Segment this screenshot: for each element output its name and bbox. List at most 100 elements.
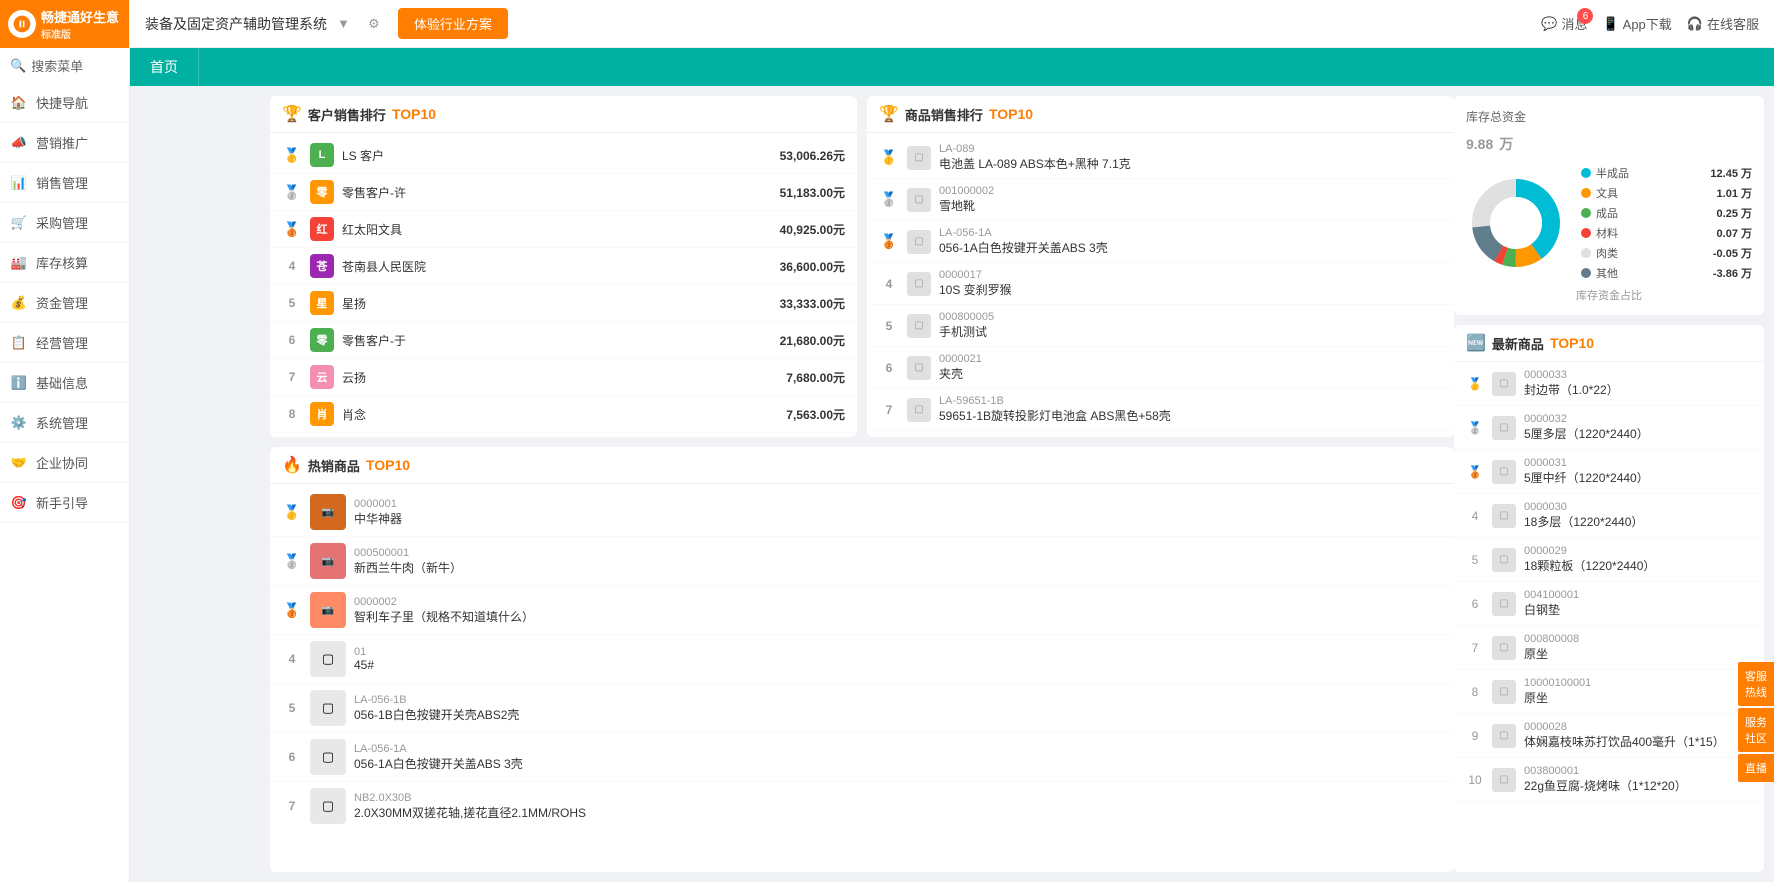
avatar-8: 肖 [310, 402, 334, 426]
trial-button[interactable]: 体验行业方案 [398, 8, 508, 39]
customer-rank-item-1: 🥇 L LS 客户 53,006.26元 [270, 137, 857, 174]
customer-name-3: 红太阳文具 [342, 221, 772, 238]
inventory-value: 9.88 [1466, 136, 1493, 152]
online-service-label: 在线客服 [1707, 14, 1759, 33]
nav-label: 快捷导航 [36, 93, 88, 112]
medal-3: 🥉 [282, 219, 302, 239]
customer-name-2: 零售客户-许 [342, 184, 772, 201]
sidebar-item-purchase[interactable]: 🛒 采购管理 [0, 203, 129, 243]
hot-code-3: 0000002 [354, 596, 1442, 608]
basic-icon: ℹ️ [10, 374, 28, 392]
left-panel [140, 96, 270, 872]
customer-value-3: 40,925.00元 [780, 221, 845, 238]
rank-num-7: 7 [282, 367, 302, 387]
newest-thumb-4: ▢ [1492, 504, 1516, 528]
customer-value-8: 7,563.00元 [786, 406, 845, 423]
legend-dot-5 [1581, 268, 1591, 278]
hot-name-3: 智利车子里（规格不知道填什么） [354, 608, 1442, 625]
sidebar-item-coop[interactable]: 🤝 企业协同 [0, 443, 129, 483]
newest-code-1: 0000033 [1524, 369, 1752, 381]
newest-info-3: 0000031 5厘中纤（1220*2440） [1524, 457, 1752, 486]
content-area: 🏆 客户销售排行 TOP10 🥇 L LS 客户 53,006.26元 [130, 86, 1774, 882]
legend-value-3: 0.07 万 [1717, 225, 1752, 241]
hot-code-2: 000500001 [354, 547, 1442, 559]
customer-top10-label: TOP10 [392, 106, 436, 122]
legend-label-1: 文具 [1596, 185, 1712, 201]
nav-label: 营销推广 [36, 133, 88, 152]
float-live[interactable]: 直播 [1738, 754, 1774, 782]
main-area: 装备及固定资产辅助管理系统 ▼ ⚙ 体验行业方案 💬 消息 6 📱 App下载 … [130, 0, 1774, 882]
inventory-card: 库存总资金 9.88 万 [1454, 96, 1764, 315]
legend-item-2: 成品 0.25 万 [1581, 205, 1752, 221]
nav-label: 经营管理 [36, 333, 88, 352]
hot-thumb-4: ▢ [310, 641, 346, 677]
float-cs-hotline[interactable]: 客服 热线 [1738, 662, 1774, 706]
sidebar-item-quick-nav[interactable]: 🏠 快捷导航 [0, 83, 129, 123]
avatar-5: 星 [310, 291, 334, 315]
newest-info-8: 10000100001 原坐 [1524, 677, 1752, 706]
settings-button[interactable]: ⚙ [360, 10, 388, 38]
customer-rank-item-5: 5 星 星扬 33,333.00元 [270, 285, 857, 322]
newest-thumb-2: ▢ [1492, 416, 1516, 440]
sidebar-item-sales[interactable]: 📊 销售管理 [0, 163, 129, 203]
hot-products-list: 🥇 📷 0000001 中华神器 🥈 📷 000500001 新西兰牛肉（新牛） [270, 484, 1454, 824]
system-dropdown-icon[interactable]: ▼ [337, 16, 350, 31]
hot-product-1: 🥇 📷 0000001 中华神器 [270, 488, 1454, 537]
sidebar-item-guide[interactable]: 🎯 新手引导 [0, 483, 129, 523]
avatar-2: 零 [310, 180, 334, 204]
product-rank-3: 🥉 ▢ LA-056-1A 056-1A白色按键开关盖ABS 3壳 [867, 221, 1454, 263]
newest-name-1: 封边带（1.0*22） [1524, 381, 1752, 398]
warehouse-icon: 🏭 [10, 254, 28, 272]
hot-info-7: NB2.0X30B 2.0X30MM双搓花轴,搓花直径2.1MM/ROHS [354, 792, 1442, 821]
phone-icon: 📱 [1602, 16, 1618, 32]
nav-label: 企业协同 [36, 453, 88, 472]
newest-name-6: 白钢垫 [1524, 601, 1752, 618]
product-sales-top10: TOP10 [989, 106, 1033, 122]
sidebar-item-system[interactable]: ⚙️ 系统管理 [0, 403, 129, 443]
float-service-community[interactable]: 服务 社区 [1738, 708, 1774, 752]
newest-products-card: 🆕 最新商品 TOP10 🥇 ▢ 0000033 封边带（1.0*22） [1454, 325, 1764, 872]
product-code-7: LA-59651-1B [939, 395, 1442, 407]
sidebar-item-operations[interactable]: 📋 经营管理 [0, 323, 129, 363]
newest-item-7: 7 ▢ 000800008 原坐 [1454, 626, 1764, 670]
medal-2: 🥈 [282, 182, 302, 202]
newest-thumb-7: ▢ [1492, 636, 1516, 660]
newest-name-2: 5厘多层（1220*2440） [1524, 425, 1752, 442]
sidebar-item-basic[interactable]: ℹ️ 基础信息 [0, 363, 129, 403]
search-menu[interactable]: 🔍 搜索菜单 [0, 48, 129, 83]
newest-thumb-1: ▢ [1492, 372, 1516, 396]
message-button[interactable]: 💬 消息 6 [1541, 14, 1587, 33]
newest-item-6: 6 ▢ 004100001 白钢垫 [1454, 582, 1764, 626]
product-name-4: 10S 变刹罗猴 [939, 281, 1442, 298]
newest-thumb-3: ▢ [1492, 460, 1516, 484]
customer-rank-item-4: 4 苍 苍南县人民医院 36,600.00元 [270, 248, 857, 285]
product-name-5: 手机测试 [939, 323, 1442, 340]
trophy-icon: 🏆 [282, 104, 302, 124]
app-download-label: App下载 [1623, 14, 1672, 33]
customer-rank-list: 🥇 L LS 客户 53,006.26元 🥈 零 零售客户-许 51,183.0… [270, 133, 857, 437]
logo-icon [8, 10, 36, 38]
sidebar-item-inventory[interactable]: 🏭 库存核算 [0, 243, 129, 283]
legend-label-2: 成品 [1596, 205, 1712, 221]
sidebar-item-finance[interactable]: 💰 资金管理 [0, 283, 129, 323]
guide-icon: 🎯 [10, 494, 28, 512]
product-rank-6: 6 ▢ 0000021 夹壳 [867, 347, 1454, 389]
middle-panel: 🏆 客户销售排行 TOP10 🥇 L LS 客户 53,006.26元 [270, 96, 1454, 872]
legend-value-5: -3.86 万 [1713, 265, 1752, 281]
customer-rank-item-3: 🥉 红 红太阳文具 40,925.00元 [270, 211, 857, 248]
legend-dot-4 [1581, 248, 1591, 258]
sidebar-item-marketing[interactable]: 📣 营销推广 [0, 123, 129, 163]
hot-name-1: 中华神器 [354, 510, 1442, 527]
avatar-6: 零 [310, 328, 334, 352]
new-icon: 🆕 [1466, 333, 1486, 353]
legend-dot-0 [1581, 168, 1591, 178]
tab-home[interactable]: 首页 [130, 48, 199, 86]
newest-code-10: 003800001 [1524, 765, 1752, 777]
online-service-button[interactable]: 🎧 在线客服 [1687, 14, 1759, 33]
product-rank-1: 🥇 ▢ LA-089 电池盖 LA-089 ABS本色+黑种 7.1克 [867, 137, 1454, 179]
customer-name-8: 肖念 [342, 406, 778, 423]
newest-name-3: 5厘中纤（1220*2440） [1524, 469, 1752, 486]
legend-item-5: 其他 -3.86 万 [1581, 265, 1752, 281]
app-download-button[interactable]: 📱 App下载 [1602, 14, 1671, 33]
customer-ranking-card: 🏆 客户销售排行 TOP10 🥇 L LS 客户 53,006.26元 [270, 96, 857, 437]
